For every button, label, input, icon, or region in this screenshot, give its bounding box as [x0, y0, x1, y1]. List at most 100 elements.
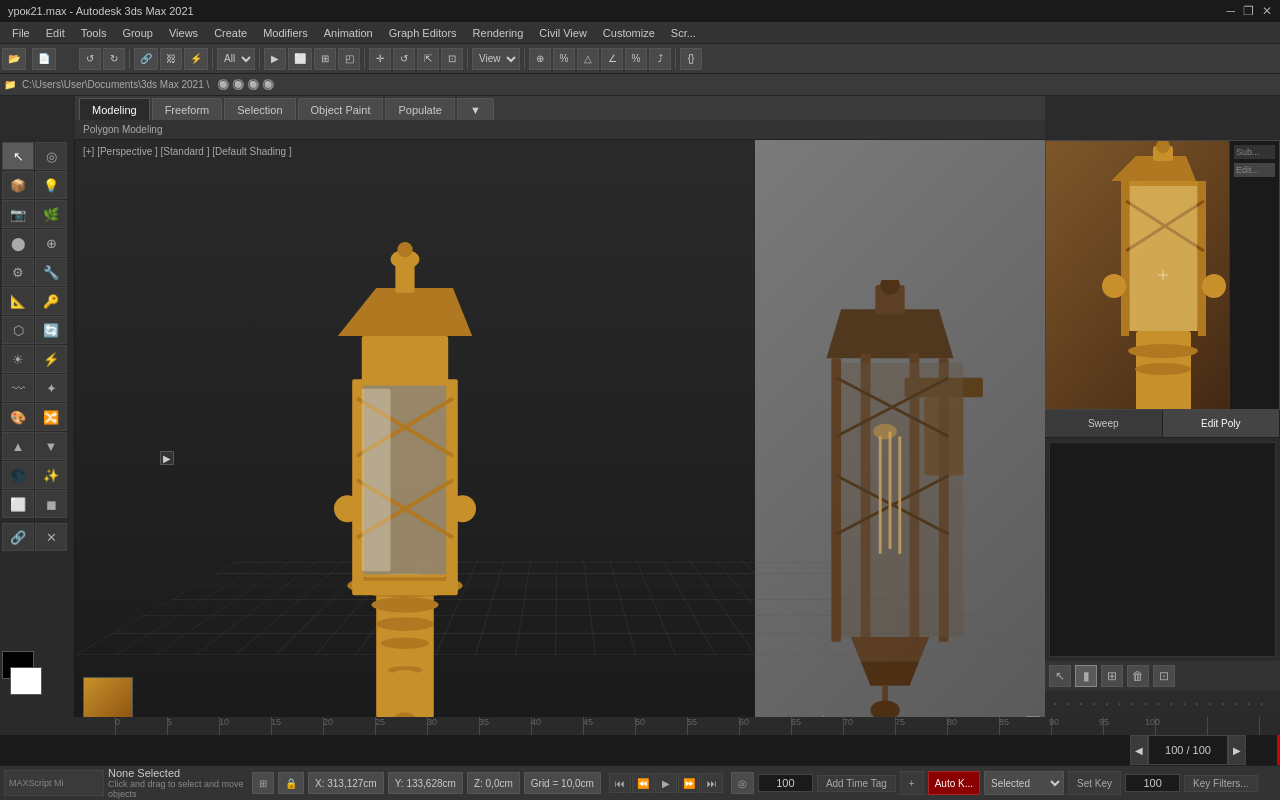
sidebar-up-icon[interactable]: ▲ — [2, 432, 34, 460]
sidebar-particle-icon[interactable]: ✨ — [35, 461, 67, 489]
maxscript-mini[interactable]: MAXScript Mi — [4, 770, 104, 796]
sidebar-light-icon[interactable]: 💡 — [35, 171, 67, 199]
move-button[interactable]: ✛ — [369, 48, 391, 70]
sidebar-paint-icon[interactable]: 🎨 — [2, 403, 34, 431]
next-frame-button[interactable]: ⏩ — [678, 773, 700, 793]
minimize-button[interactable]: ─ — [1226, 4, 1235, 18]
sidebar-connect-icon[interactable]: 🔗 — [2, 523, 34, 551]
path-icon-1[interactable]: 📂 — [2, 48, 26, 70]
menu-graph-editors[interactable]: Graph Editors — [381, 25, 465, 41]
status-icon-2[interactable]: 🔒 — [278, 772, 304, 794]
rotate-button[interactable]: ↺ — [393, 48, 415, 70]
sidebar-key-icon[interactable]: 🔑 — [35, 287, 67, 315]
select-region-2-button[interactable]: ◰ — [338, 48, 360, 70]
tab-populate[interactable]: Populate — [385, 98, 454, 120]
spinner-snap-button[interactable]: ⤴ — [649, 48, 671, 70]
filter-select[interactable]: All — [217, 48, 255, 70]
panel-select-icon[interactable]: ↖ — [1049, 665, 1071, 687]
auto-key-button[interactable]: Auto K... — [928, 771, 980, 795]
key-filters-button[interactable]: Key Filters... — [1184, 775, 1258, 792]
sidebar-fill-icon[interactable]: ◼ — [35, 490, 67, 518]
percent-button[interactable]: % — [553, 48, 575, 70]
extra-button[interactable]: {} — [680, 48, 702, 70]
sidebar-target-icon[interactable]: ◎ — [35, 142, 67, 170]
tab-freeform[interactable]: Freeform — [152, 98, 223, 120]
background-color[interactable] — [10, 667, 42, 695]
add-time-tag-button[interactable]: Add Time Tag — [817, 775, 896, 792]
sidebar-bolt-icon[interactable]: ⚡ — [35, 345, 67, 373]
status-icon-1[interactable]: ⊞ — [252, 772, 274, 794]
timeline-scroll-right[interactable]: ▶ — [1228, 735, 1246, 765]
viewport-inner[interactable]: [+] [Perspective ] [Standard ] [Default … — [75, 140, 1045, 735]
undo-button[interactable]: ↺ — [79, 48, 101, 70]
redo-button[interactable]: ↻ — [103, 48, 125, 70]
panel-copy-icon[interactable]: ⊞ — [1101, 665, 1123, 687]
sidebar-hex-icon[interactable]: ⬡ — [2, 316, 34, 344]
select-button[interactable]: ▶ — [264, 48, 286, 70]
close-button[interactable]: ✕ — [1262, 4, 1272, 18]
go-end-button[interactable]: ⏭ — [701, 773, 723, 793]
add-key-button[interactable]: + — [900, 771, 924, 795]
mini-viewport-inner[interactable]: Sub... Edit... — [1046, 141, 1279, 409]
view-select[interactable]: View — [472, 48, 520, 70]
menu-civil-view[interactable]: Civil View — [531, 25, 594, 41]
panel-modifier-icon[interactable]: ▮ — [1075, 665, 1097, 687]
timeline-track[interactable] — [115, 735, 1280, 765]
link-button[interactable]: 🔗 — [134, 48, 158, 70]
sidebar-rotate-icon[interactable]: 🔄 — [35, 316, 67, 344]
scale-button[interactable]: ⇱ — [417, 48, 439, 70]
sidebar-nature-icon[interactable]: 🌿 — [35, 200, 67, 228]
panel-delete-icon[interactable]: 🗑 — [1127, 665, 1149, 687]
sidebar-random-icon[interactable]: 🔀 — [35, 403, 67, 431]
tab-object-paint[interactable]: Object Paint — [298, 98, 384, 120]
menu-script[interactable]: Scr... — [663, 25, 704, 41]
viewport-side-arrow[interactable]: ▶ — [160, 451, 174, 465]
menu-views[interactable]: Views — [161, 25, 206, 41]
selected-dropdown[interactable]: Selected — [984, 771, 1064, 795]
menu-file[interactable]: File — [4, 25, 38, 41]
sidebar-star-icon[interactable]: ✦ — [35, 374, 67, 402]
menu-rendering[interactable]: Rendering — [465, 25, 532, 41]
restore-button[interactable]: ❐ — [1243, 4, 1254, 18]
play-button[interactable]: ▶ — [655, 773, 677, 793]
coord-button[interactable]: ⊕ — [529, 48, 551, 70]
bind-button[interactable]: ⚡ — [184, 48, 208, 70]
menu-modifiers[interactable]: Modifiers — [255, 25, 316, 41]
unlink-button[interactable]: ⛓ — [160, 48, 182, 70]
timeline-scroll-left[interactable]: ◀ — [1130, 735, 1148, 765]
sidebar-helper-icon[interactable]: ⊕ — [35, 229, 67, 257]
tab-selection[interactable]: Selection — [224, 98, 295, 120]
sweep-button[interactable]: Sweep — [1045, 410, 1163, 437]
scale2-button[interactable]: ⊡ — [441, 48, 463, 70]
sidebar-delete-icon[interactable]: ✕ — [35, 523, 67, 551]
menu-edit[interactable]: Edit — [38, 25, 73, 41]
menu-group[interactable]: Group — [114, 25, 161, 41]
snap-button[interactable]: △ — [577, 48, 599, 70]
select-region-button[interactable]: ⬜ — [288, 48, 312, 70]
sidebar-settings-icon[interactable]: ⚙ — [2, 258, 34, 286]
menu-create[interactable]: Create — [206, 25, 255, 41]
set-key-button[interactable]: Set Key — [1068, 771, 1121, 795]
prev-frame-button[interactable]: ⏪ — [632, 773, 654, 793]
sidebar-select-icon[interactable]: ↖ — [2, 142, 34, 170]
sidebar-geometry-icon[interactable]: 📦 — [2, 171, 34, 199]
tab-modeling[interactable]: Modeling — [79, 98, 150, 120]
sidebar-moon-icon[interactable]: 🌑 — [2, 461, 34, 489]
edit-poly-button[interactable]: Edit Poly — [1163, 410, 1281, 437]
sidebar-down-icon[interactable]: ▼ — [35, 432, 67, 460]
sidebar-rect-icon[interactable]: ⬜ — [2, 490, 34, 518]
menu-animation[interactable]: Animation — [316, 25, 381, 41]
sidebar-tool-icon[interactable]: 🔧 — [35, 258, 67, 286]
playback-options-button[interactable]: ◎ — [731, 772, 754, 794]
frame-number-2[interactable]: 100 — [1125, 774, 1180, 792]
sidebar-wave-icon[interactable]: 〰 — [2, 374, 34, 402]
window-cross-button[interactable]: ⊞ — [314, 48, 336, 70]
sidebar-sphere-icon[interactable]: ⬤ — [2, 229, 34, 257]
go-start-button[interactable]: ⏮ — [609, 773, 631, 793]
panel-display-icon[interactable]: ⊡ — [1153, 665, 1175, 687]
frame-input[interactable]: 100 — [758, 774, 813, 792]
menu-customize[interactable]: Customize — [595, 25, 663, 41]
percent-snap-button[interactable]: % — [625, 48, 647, 70]
menu-tools[interactable]: Tools — [73, 25, 115, 41]
tab-more[interactable]: ▼ — [457, 98, 494, 120]
